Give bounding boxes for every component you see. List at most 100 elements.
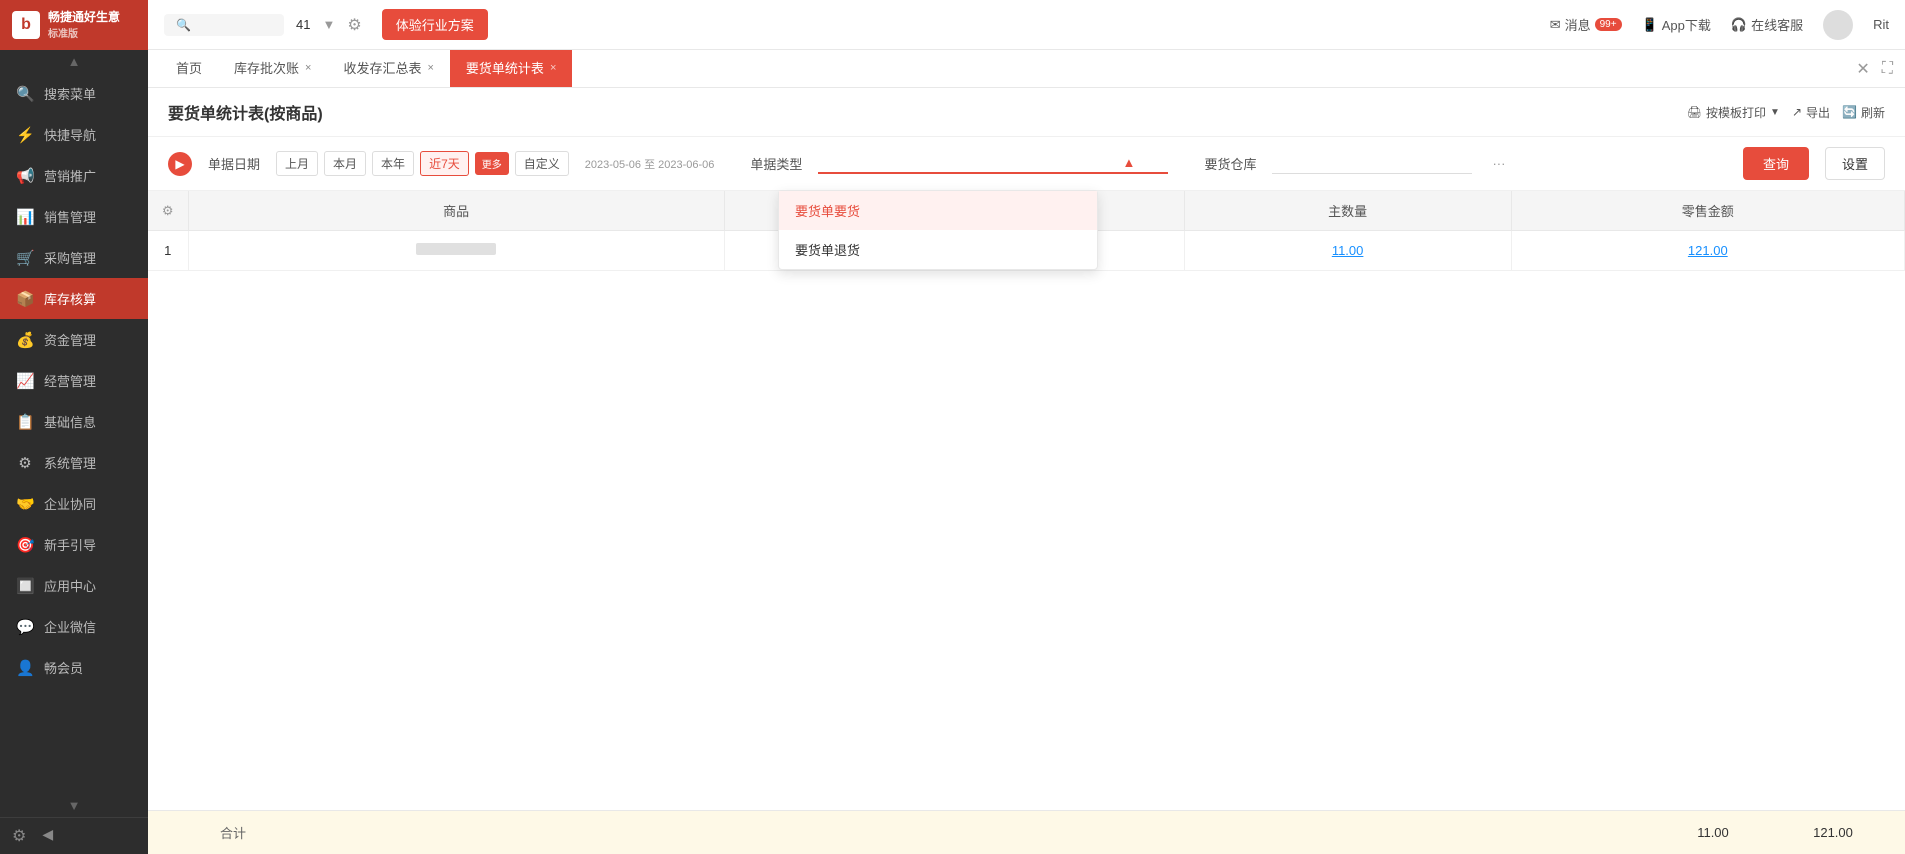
dropdown-option-order-return[interactable]: 要货单退货 <box>779 230 1097 269</box>
sidebar-item-operation[interactable]: 📈 经营管理 <box>0 360 148 401</box>
this-year-btn[interactable]: 本年 <box>372 151 414 176</box>
tab-home[interactable]: 首页 <box>160 50 218 87</box>
sidebar-item-inventory[interactable]: 📦库存核算 <box>0 278 148 319</box>
close-all-icon[interactable]: ✕ <box>1856 59 1869 79</box>
cell-qty[interactable]: 11.00 <box>1184 231 1511 271</box>
sidebar-item-finance[interactable]: 💰资金管理 <box>0 319 148 360</box>
last7-btn[interactable]: 近7天 <box>420 151 469 176</box>
system-icon: ⚙ <box>16 454 34 472</box>
sidebar-logo: b <box>12 11 40 39</box>
topbar-right: ✉ 消息 99+ 📱 App下载 🎧 在线客服 Rit <box>1550 10 1889 40</box>
tab-close-receive-summary[interactable]: × <box>427 62 433 74</box>
sidebar-item-marketing[interactable]: 📢营销推广 <box>0 155 148 196</box>
footer-amount: 121.00 <box>1773 825 1893 840</box>
online-service-item[interactable]: 🎧 在线客服 <box>1731 15 1803 34</box>
settings-icon[interactable]: ⚙ <box>12 826 26 846</box>
search-icon: 🔍 <box>16 85 34 103</box>
message-icon: ✉ <box>1550 17 1561 33</box>
sidebar-item-search[interactable]: 🔍 搜索菜单 <box>0 73 148 114</box>
refresh-icon: 🔄 <box>1842 105 1857 119</box>
cell-amount[interactable]: 121.00 <box>1511 231 1904 271</box>
sidebar-item-corp-wechat[interactable]: 💬企业微信 <box>0 606 148 647</box>
sidebar-item-purchase[interactable]: 🛒采购管理 <box>0 237 148 278</box>
tab-close-inventory-batch[interactable]: × <box>305 62 311 74</box>
footer-label: 合计 <box>200 823 266 842</box>
warehouse-label: 要货仓库 <box>1204 154 1256 173</box>
base-icon: 📋 <box>16 413 34 431</box>
warehouse-input[interactable] <box>1272 154 1472 174</box>
enterprise-icon: 🤝 <box>16 495 34 513</box>
tab-label-home: 首页 <box>176 58 202 77</box>
sidebar-item-enterprise[interactable]: 🤝 企业协同 <box>0 483 148 524</box>
tab-inventory-batch[interactable]: 库存批次账 × <box>218 50 327 87</box>
dropdown-option-order-goods[interactable]: 要货单要货 <box>779 191 1097 230</box>
topbar-tab-count: 41 <box>296 17 310 32</box>
tab-receive-summary[interactable]: 收发存汇总表 × <box>327 50 449 87</box>
page-title: 要货单统计表(按商品) <box>168 100 323 124</box>
tab-order-stats[interactable]: 要货单统计表 × <box>450 50 572 87</box>
online-service-label: 在线客服 <box>1751 15 1803 34</box>
collapse-icon[interactable]: ◀ <box>42 826 53 846</box>
refresh-button[interactable]: 🔄 刷新 <box>1842 104 1885 121</box>
user-avatar[interactable] <box>1823 10 1853 40</box>
sidebar: b 畅捷通好生意 标准版 ▲ 🔍 搜索菜单 ⚡快捷导航📢营销推广📊销售管理🛒采购管理… <box>0 0 148 854</box>
sidebar-item-newbie[interactable]: 🎯 新手引导 <box>0 524 148 565</box>
tab-close-order-stats[interactable]: × <box>550 62 556 74</box>
trial-button[interactable]: 体验行业方案 <box>382 9 488 40</box>
page-header: 要货单统计表(按商品) 🖨 按模板打印 ▼ ↗ 导出 🔄 刷新 <box>148 88 1905 137</box>
more-btn[interactable]: 更多 <box>475 152 509 175</box>
export-icon: ↗ <box>1792 105 1802 119</box>
tab-label-receive-summary: 收发存汇总表 <box>343 58 421 77</box>
th-amount: 零售金额 <box>1511 191 1904 231</box>
cell-product <box>188 231 724 271</box>
sidebar-item-system[interactable]: ⚙系统管理 <box>0 442 148 483</box>
th-gear[interactable]: ⚙ <box>148 191 188 231</box>
type-input[interactable] <box>818 153 1118 172</box>
message-label: 消息 <box>1565 15 1591 34</box>
nav-label-enterprise: 企业协同 <box>44 494 96 513</box>
sidebar-item-quick-nav[interactable]: ⚡快捷导航 <box>0 114 148 155</box>
query-button[interactable]: 查询 <box>1743 147 1809 180</box>
type-label: 单据类型 <box>750 154 802 173</box>
content-area: 要货单统计表(按商品) 🖨 按模板打印 ▼ ↗ 导出 🔄 刷新 ▶ <box>148 88 1905 854</box>
sidebar-scroll-down[interactable]: ▼ <box>0 794 148 817</box>
type-dropdown-arrow[interactable]: ▲ <box>1122 155 1135 170</box>
nav-label-app-center: 应用中心 <box>44 576 96 595</box>
operation-icon: 📈 <box>16 372 34 390</box>
tabs-bar: 首页库存批次账 ×收发存汇总表 ×要货单统计表 ×✕⛶ <box>148 50 1905 88</box>
export-button[interactable]: ↗ 导出 <box>1792 104 1830 121</box>
sidebar-app-name: 畅捷通好生意 <box>48 10 120 26</box>
nav-label-newbie: 新手引导 <box>44 535 96 554</box>
template-print-button[interactable]: 🖨 按模板打印 ▼ <box>1687 104 1780 121</box>
sidebar-item-member[interactable]: 👤畅会员 <box>0 647 148 688</box>
page-actions: 🖨 按模板打印 ▼ ↗ 导出 🔄 刷新 <box>1687 104 1885 121</box>
sidebar-scroll-up[interactable]: ▲ <box>0 50 148 73</box>
custom-btn[interactable]: 自定义 <box>515 151 569 176</box>
quick-nav-icon: ⚡ <box>16 126 34 144</box>
nav-label-operation: 经营管理 <box>44 371 96 390</box>
marketing-icon: 📢 <box>16 167 34 185</box>
sidebar-item-base[interactable]: 📋基础信息 <box>0 401 148 442</box>
topbar-dropdown-icon[interactable]: ▼ <box>322 17 335 32</box>
app-download-label: App下载 <box>1662 15 1711 34</box>
print-icon: 🖨 <box>1687 105 1702 119</box>
expand-icon[interactable]: ⛶ <box>1882 60 1893 78</box>
sidebar-footer: ⚙ ◀ <box>0 817 148 854</box>
filter-expand-button[interactable]: ▶ <box>168 152 192 176</box>
warehouse-more-icon[interactable]: ··· <box>1492 156 1505 171</box>
newbie-icon: 🎯 <box>16 536 34 554</box>
topbar-settings-icon[interactable]: ⚙ <box>347 15 361 35</box>
app-download-item[interactable]: 📱 App下载 <box>1642 15 1711 34</box>
this-month-btn[interactable]: 本月 <box>324 151 366 176</box>
sidebar-item-sales[interactable]: 📊销售管理 <box>0 196 148 237</box>
prev-month-btn[interactable]: 上月 <box>276 151 318 176</box>
footer-qty: 11.00 <box>1653 825 1773 840</box>
message-item[interactable]: ✉ 消息 99+ <box>1550 15 1622 34</box>
nav-label-search: 搜索菜单 <box>44 84 96 103</box>
corp-wechat-icon: 💬 <box>16 618 34 636</box>
sidebar-item-app-center[interactable]: 🔲应用中心 <box>0 565 148 606</box>
settings-button[interactable]: 设置 <box>1825 147 1885 180</box>
sidebar-version: 标准版 <box>48 25 120 40</box>
sidebar-nav: 🔍 搜索菜单 ⚡快捷导航📢营销推广📊销售管理🛒采购管理📦库存核算💰资金管理 📈 经营管理… <box>0 73 148 794</box>
inventory-icon: 📦 <box>16 290 34 308</box>
